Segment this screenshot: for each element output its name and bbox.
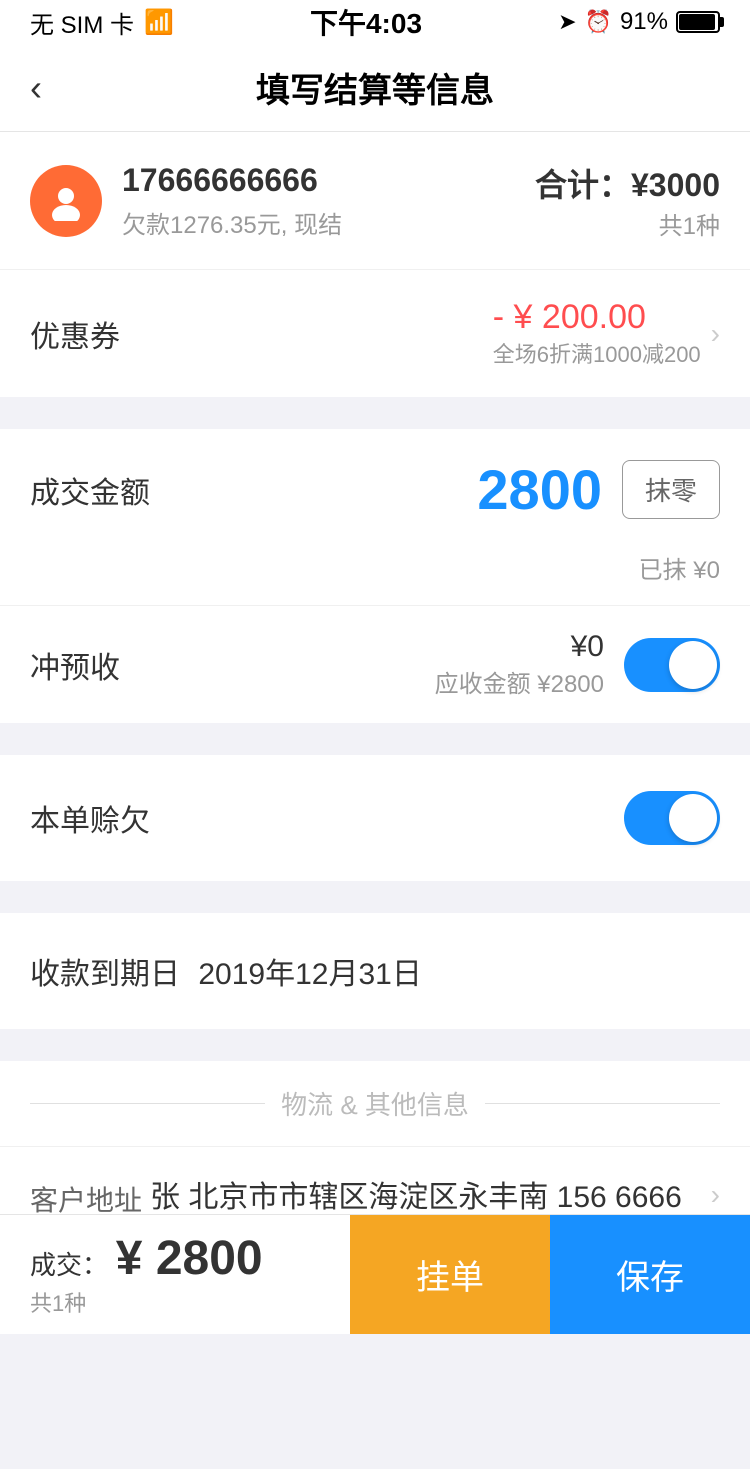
user-info-row: 17666666666 欠款1276.35元, 现结 合计：¥3000 共1种 (0, 132, 750, 269)
chevron-right-icon: › (711, 318, 720, 350)
prepay-right: ¥0 应收金额 ¥2800 (435, 630, 720, 699)
user-phone: 17666666666 (122, 162, 342, 199)
address-label: 客户地址 (30, 1175, 150, 1219)
debt-toggle-knob (669, 794, 717, 842)
due-date-value: 2019年12月31日 (198, 958, 421, 991)
prepay-row: 冲预收 ¥0 应收金额 ¥2800 (0, 605, 750, 723)
user-total: 合计：¥3000 共1种 (535, 160, 720, 241)
round-button[interactable]: 抹零 (622, 460, 720, 519)
address-chevron-icon: › (711, 1175, 720, 1211)
user-left: 17666666666 欠款1276.35元, 现结 (30, 162, 342, 240)
debt-section: 本单赊欠 (0, 755, 750, 881)
bottom-deal-label: 成交： (30, 1250, 108, 1280)
carrier-text: 无 SIM 卡 (30, 5, 134, 40)
coupon-right: - ¥ 200.00 全场6折满1000减200 › (493, 298, 720, 369)
bottom-buttons: 挂单 保存 (350, 1215, 750, 1334)
prepay-label: 冲预收 (30, 643, 120, 687)
bottom-deal-count: 共1种 (30, 1286, 320, 1318)
divider-3 (0, 897, 750, 913)
save-button[interactable]: 保存 (550, 1215, 750, 1334)
amount-value: 2800 (477, 457, 602, 522)
debt-row: 本单赊欠 (0, 755, 750, 881)
debt-toggle[interactable] (624, 791, 720, 845)
due-date-label: 收款到期日 (30, 958, 180, 991)
divider-4 (0, 1045, 750, 1061)
status-right: ➤ ⏰ 91% (558, 8, 720, 36)
total-amount: 合计：¥3000 (535, 160, 720, 206)
toggle-knob (669, 641, 717, 689)
status-left: 无 SIM 卡 📶 (30, 5, 174, 40)
amount-section: 成交金额 2800 抹零 已抹 ¥0 冲预收 ¥0 应收金额 ¥2800 (0, 429, 750, 723)
alarm-icon: ⏰ (585, 9, 612, 35)
divider-2 (0, 739, 750, 755)
bottom-bar: 成交： ¥ 2800 共1种 挂单 保存 (0, 1214, 750, 1334)
status-time: 下午4:03 (310, 2, 422, 42)
divider-1 (0, 413, 750, 429)
due-date-row: 收款到期日 2019年12月31日 (0, 913, 750, 1029)
amount-label: 成交金额 (30, 468, 150, 512)
hang-button[interactable]: 挂单 (350, 1215, 550, 1334)
coupon-label: 优惠券 (30, 312, 120, 356)
status-bar: 无 SIM 卡 📶 下午4:03 ➤ ⏰ 91% (0, 0, 750, 44)
user-details: 17666666666 欠款1276.35元, 现结 (122, 162, 342, 240)
location-icon: ➤ (558, 9, 576, 35)
logistics-divider: 物流 & 其他信息 (0, 1061, 750, 1146)
amount-right: 2800 抹零 (477, 457, 720, 522)
due-date-section: 收款到期日 2019年12月31日 (0, 913, 750, 1029)
debt-label: 本单赊欠 (30, 796, 150, 840)
battery-percent: 91% (620, 8, 668, 36)
avatar (30, 165, 102, 237)
prepay-value-block: ¥0 应收金额 ¥2800 (435, 630, 604, 699)
battery-icon (676, 11, 720, 33)
total-count: 共1种 (535, 206, 720, 241)
prepay-toggle[interactable] (624, 638, 720, 692)
bottom-deal-row: 成交： ¥ 2800 (30, 1231, 320, 1286)
logistics-label: 物流 & 其他信息 (281, 1085, 469, 1122)
user-subtext: 欠款1276.35元, 现结 (122, 205, 342, 240)
prepay-receivable: 应收金额 ¥2800 (435, 664, 604, 699)
coupon-discount: - ¥ 200.00 (493, 298, 701, 337)
wifi-icon: 📶 (144, 8, 174, 37)
amount-sub: 已抹 ¥0 (0, 550, 750, 605)
user-info-section: 17666666666 欠款1276.35元, 现结 合计：¥3000 共1种 … (0, 132, 750, 397)
coupon-row[interactable]: 优惠券 - ¥ 200.00 全场6折满1000减200 › (0, 269, 750, 397)
back-button[interactable]: ‹ (30, 67, 90, 109)
coupon-desc: 全场6折满1000减200 (493, 337, 701, 369)
nav-bar: ‹ 填写结算等信息 (0, 44, 750, 132)
page-title: 填写结算等信息 (256, 63, 494, 112)
bottom-left: 成交： ¥ 2800 共1种 (0, 1231, 350, 1318)
bottom-deal-amount: ¥ 2800 (116, 1232, 263, 1285)
prepay-amount: ¥0 (435, 630, 604, 664)
amount-row: 成交金额 2800 抹零 (0, 429, 750, 550)
